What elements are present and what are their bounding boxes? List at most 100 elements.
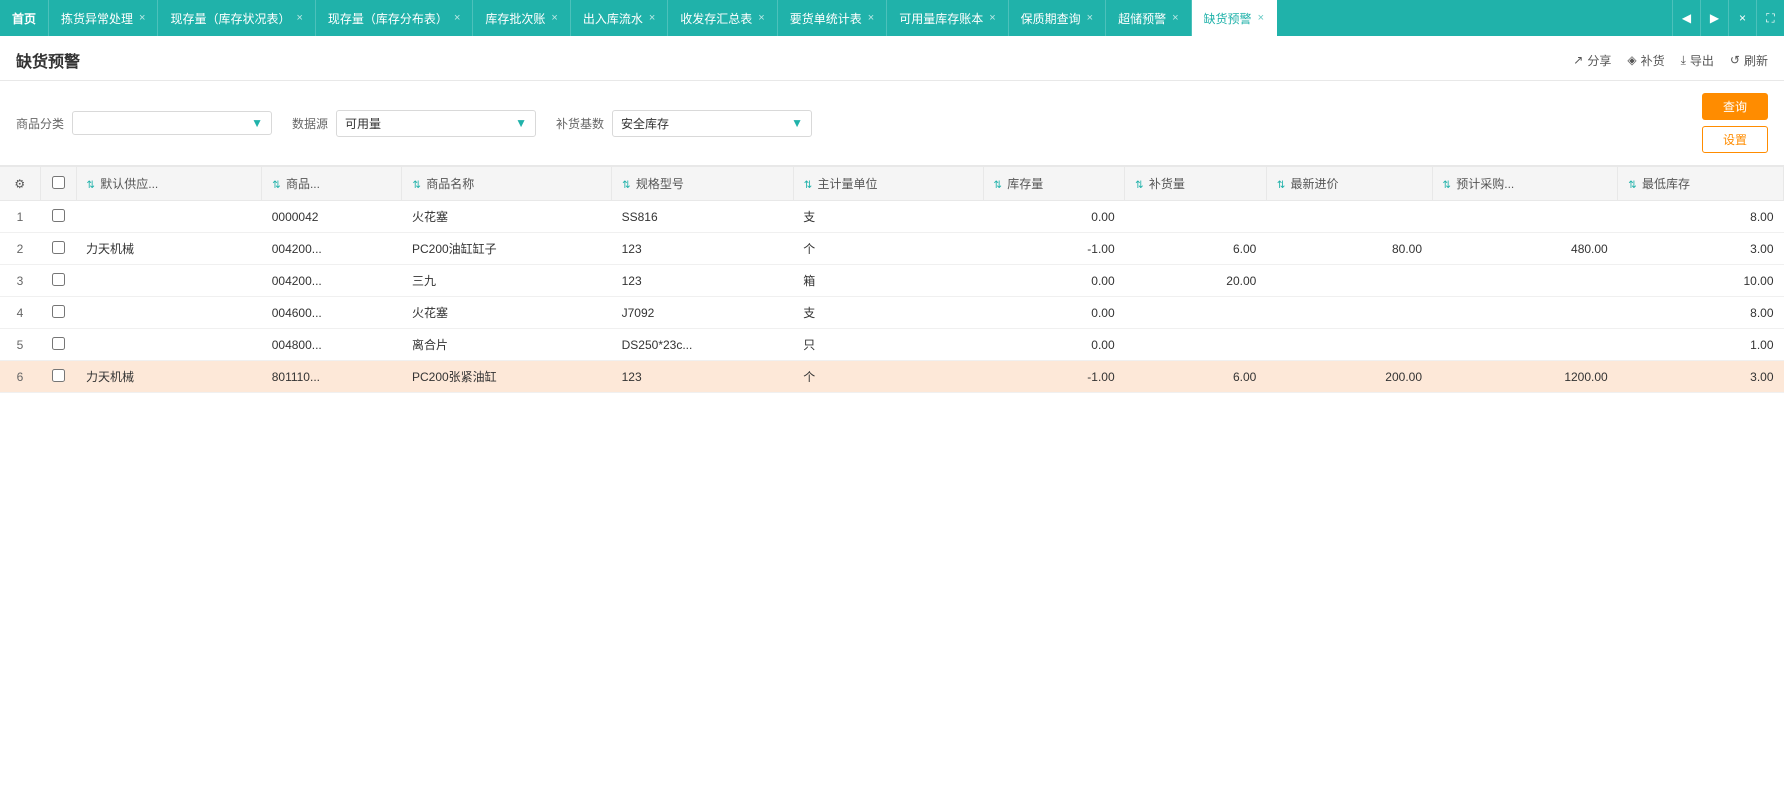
tab-available[interactable]: 可用量库存账本 × bbox=[887, 0, 1008, 36]
sort-icon: ⇅ bbox=[994, 180, 1002, 191]
settings-button[interactable]: 设置 bbox=[1702, 126, 1768, 153]
col-spec[interactable]: ⇅ 规格型号 bbox=[612, 167, 794, 201]
tab-collect-label: 收发存汇总表 bbox=[680, 10, 752, 27]
col-replenish-qty[interactable]: ⇅ 补货量 bbox=[1125, 167, 1267, 201]
tab-inventory-status-close[interactable]: × bbox=[296, 12, 302, 24]
tab-home[interactable]: 首页 bbox=[0, 0, 49, 36]
tab-inventory-dist-close[interactable]: × bbox=[454, 12, 460, 24]
col-settings[interactable]: ⚙ bbox=[0, 167, 40, 201]
col-latest-price[interactable]: ⇅ 最新进价 bbox=[1266, 167, 1432, 201]
tab-collect-close[interactable]: × bbox=[758, 12, 764, 24]
col-stock[interactable]: ⇅ 库存量 bbox=[983, 167, 1125, 201]
col-unit[interactable]: ⇅ 主计量单位 bbox=[793, 167, 983, 201]
replenish-base-label: 补货基数 bbox=[556, 115, 604, 132]
row-supplier bbox=[76, 265, 262, 297]
tab-overstock[interactable]: 超储预警 × bbox=[1106, 0, 1191, 36]
row-min-stock: 10.00 bbox=[1618, 265, 1784, 297]
row-checkbox-cell[interactable] bbox=[40, 265, 76, 297]
tab-abnormal-close[interactable]: × bbox=[139, 12, 145, 24]
tab-requisition[interactable]: 要货单统计表 × bbox=[778, 0, 887, 36]
row-checkbox[interactable] bbox=[52, 369, 65, 382]
row-replenish-qty bbox=[1125, 201, 1267, 233]
tab-close-all-button[interactable]: × bbox=[1728, 0, 1756, 36]
tab-inventory-dist[interactable]: 现存量（库存分布表） × bbox=[316, 0, 473, 36]
row-checkbox-cell[interactable] bbox=[40, 329, 76, 361]
tab-expand-button[interactable]: ⛶ bbox=[1756, 0, 1784, 36]
table-settings-icon[interactable]: ⚙ bbox=[14, 177, 25, 191]
row-number: 1 bbox=[0, 201, 40, 233]
col-forecast-purchase[interactable]: ⇅ 预计采购... bbox=[1432, 167, 1618, 201]
page-header: 缺货预警 ↗ 分享 ◈ 补货 ⤓ 导出 ↺ 刷新 bbox=[0, 36, 1784, 81]
tab-prev-button[interactable]: ◀ bbox=[1672, 0, 1700, 36]
replenish-label: 补货 bbox=[1641, 52, 1665, 69]
refresh-icon: ↺ bbox=[1730, 53, 1740, 67]
page-title: 缺货预警 bbox=[16, 48, 80, 72]
row-product-code: 801110... bbox=[262, 361, 402, 393]
col-product-name[interactable]: ⇅ 商品名称 bbox=[402, 167, 612, 201]
share-icon: ↗ bbox=[1573, 53, 1583, 67]
category-select[interactable]: ▼ bbox=[72, 111, 272, 135]
row-replenish-qty: 6.00 bbox=[1125, 361, 1267, 393]
tab-inventory-status-label: 现存量（库存状况表） bbox=[170, 10, 290, 27]
tab-collect[interactable]: 收发存汇总表 × bbox=[668, 0, 777, 36]
row-checkbox-cell[interactable] bbox=[40, 361, 76, 393]
tab-available-close[interactable]: × bbox=[989, 12, 995, 24]
row-stock: -1.00 bbox=[983, 233, 1125, 265]
row-checkbox[interactable] bbox=[52, 337, 65, 350]
datasource-select[interactable]: 可用量 ▼ bbox=[336, 110, 536, 137]
row-product-code: 004200... bbox=[262, 265, 402, 297]
row-checkbox-cell[interactable] bbox=[40, 233, 76, 265]
tab-flow[interactable]: 出入库流水 × bbox=[571, 0, 668, 36]
select-all-checkbox[interactable] bbox=[52, 176, 65, 189]
tab-batch-account[interactable]: 库存批次账 × bbox=[473, 0, 570, 36]
row-checkbox-cell[interactable] bbox=[40, 201, 76, 233]
row-checkbox-cell[interactable] bbox=[40, 297, 76, 329]
row-spec: J7092 bbox=[612, 297, 794, 329]
replenish-base-select[interactable]: 安全库存 ▼ bbox=[612, 110, 812, 137]
row-min-stock: 3.00 bbox=[1618, 361, 1784, 393]
tab-abnormal-label: 拣货异常处理 bbox=[61, 10, 133, 27]
filter-area: 商品分类 ▼ 数据源 可用量 ▼ 补货基数 安全库存 ▼ 查询 设置 bbox=[0, 81, 1784, 166]
tab-next-button[interactable]: ▶ bbox=[1700, 0, 1728, 36]
row-checkbox[interactable] bbox=[52, 241, 65, 254]
tab-overstock-close[interactable]: × bbox=[1172, 12, 1178, 24]
row-checkbox[interactable] bbox=[52, 305, 65, 318]
share-button[interactable]: ↗ 分享 bbox=[1573, 52, 1611, 69]
tab-abnormal[interactable]: 拣货异常处理 × bbox=[49, 0, 158, 36]
tab-expiry-close[interactable]: × bbox=[1087, 12, 1093, 24]
row-replenish-qty: 20.00 bbox=[1125, 265, 1267, 297]
row-forecast-purchase bbox=[1432, 201, 1618, 233]
tab-expiry[interactable]: 保质期查询 × bbox=[1009, 0, 1106, 36]
table-row: 2 力天机械 004200... PC200油缸缸子 123 个 -1.00 6… bbox=[0, 233, 1784, 265]
col-supplier[interactable]: ⇅ 默认供应... bbox=[76, 167, 262, 201]
row-product-name: PC200油缸缸子 bbox=[402, 233, 612, 265]
row-checkbox[interactable] bbox=[52, 209, 65, 222]
tab-inventory-status[interactable]: 现存量（库存状况表） × bbox=[158, 0, 315, 36]
export-button[interactable]: ⤓ 导出 bbox=[1681, 52, 1714, 69]
tab-requisition-close[interactable]: × bbox=[868, 12, 874, 24]
row-checkbox[interactable] bbox=[52, 273, 65, 286]
row-product-code: 004200... bbox=[262, 233, 402, 265]
row-forecast-purchase bbox=[1432, 329, 1618, 361]
refresh-button[interactable]: ↺ 刷新 bbox=[1730, 52, 1768, 69]
share-label: 分享 bbox=[1587, 52, 1611, 69]
replenish-button[interactable]: ◈ 补货 bbox=[1627, 52, 1664, 69]
query-button[interactable]: 查询 bbox=[1702, 93, 1768, 120]
tab-batch-account-close[interactable]: × bbox=[551, 12, 557, 24]
col-min-stock-label: 最低库存 bbox=[1642, 177, 1690, 191]
col-product-code[interactable]: ⇅ 商品... bbox=[262, 167, 402, 201]
col-spec-label: 规格型号 bbox=[636, 177, 684, 191]
tab-flow-close[interactable]: × bbox=[649, 12, 655, 24]
row-min-stock: 8.00 bbox=[1618, 201, 1784, 233]
col-min-stock[interactable]: ⇅ 最低库存 bbox=[1618, 167, 1784, 201]
row-forecast-purchase: 1200.00 bbox=[1432, 361, 1618, 393]
row-spec: 123 bbox=[612, 361, 794, 393]
row-product-name: 火花塞 bbox=[402, 201, 612, 233]
data-table: ⚙ ⇅ 默认供应... ⇅ 商品... ⇅ 商品名称 bbox=[0, 166, 1784, 393]
table-body: 1 0000042 火花塞 SS816 支 0.00 8.00 2 力天机械 0… bbox=[0, 201, 1784, 393]
tab-shortage[interactable]: 缺货预警 × bbox=[1192, 0, 1277, 36]
tab-shortage-close[interactable]: × bbox=[1258, 12, 1264, 24]
replenish-icon: ◈ bbox=[1627, 53, 1636, 67]
row-min-stock: 3.00 bbox=[1618, 233, 1784, 265]
datasource-value: 可用量 bbox=[345, 115, 381, 132]
